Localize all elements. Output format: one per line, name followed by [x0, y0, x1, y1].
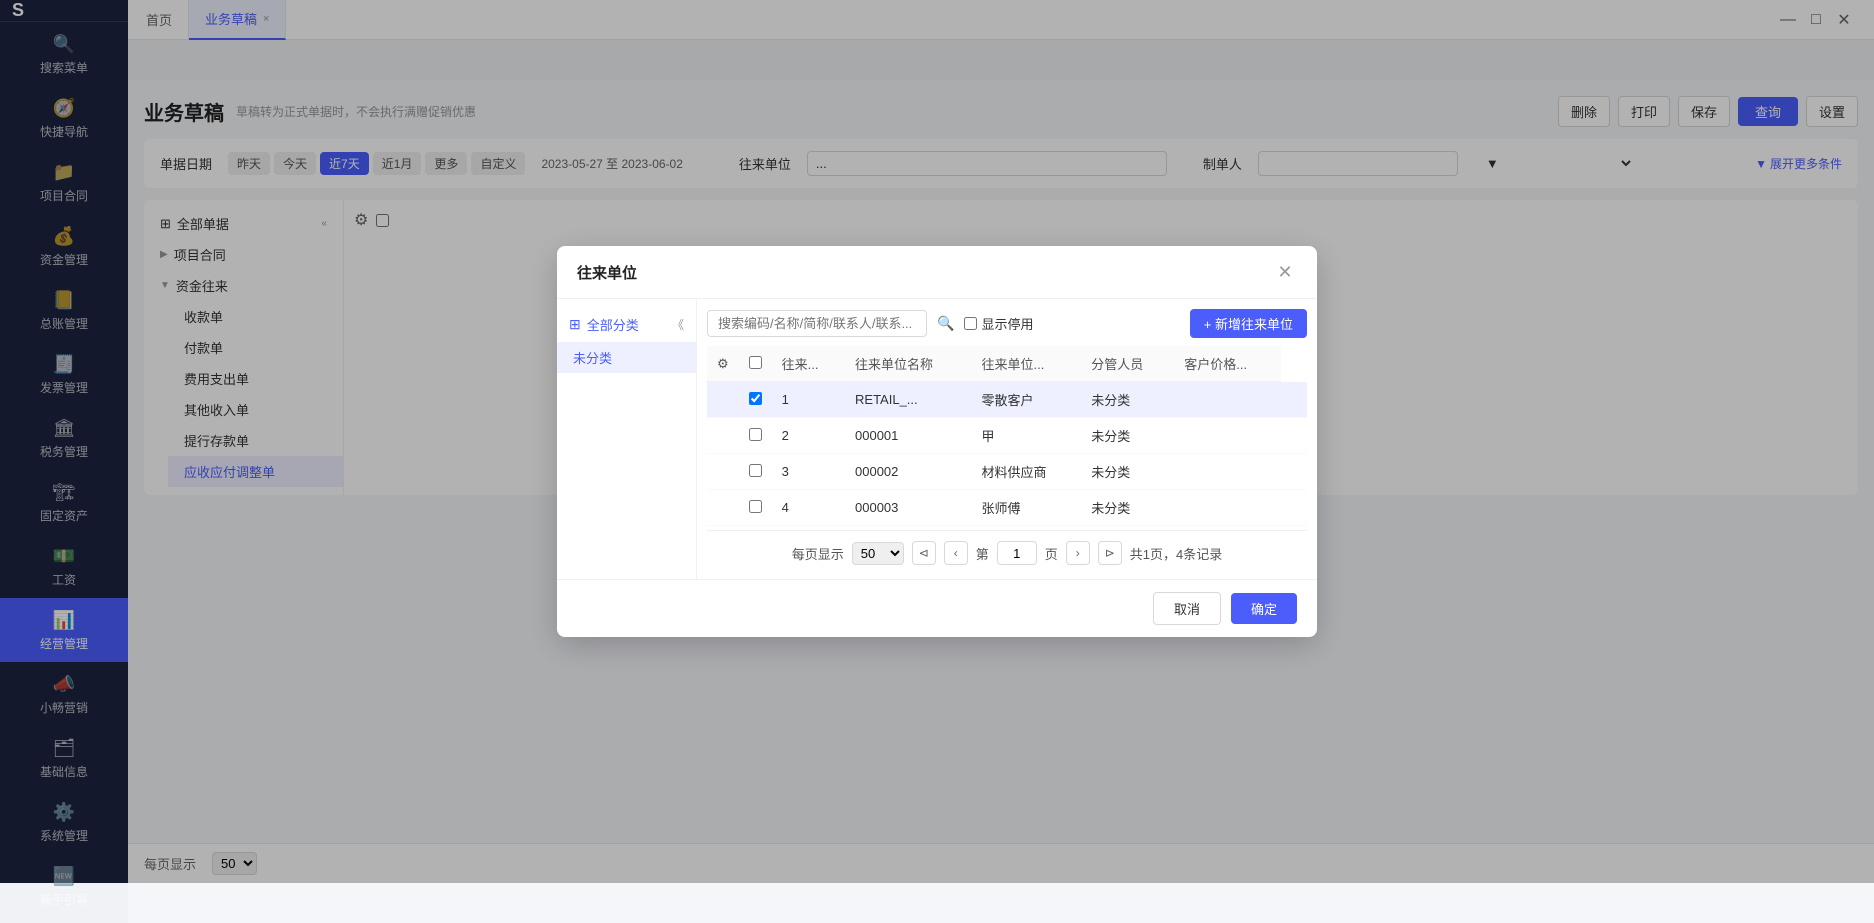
select-all-modal-checkbox[interactable] [749, 356, 762, 369]
total-info: 共1页，4条记录 [1130, 544, 1222, 563]
row-code: 000003 [845, 490, 972, 526]
settings-icon: ⚙ [717, 356, 729, 371]
modal-main: 🔍 显示停用 + 新增往来单位 ⚙ 往来... [697, 299, 1317, 579]
col-code-header: 往来... [772, 346, 845, 382]
col-settings-header[interactable]: ⚙ [707, 346, 739, 382]
row-cb[interactable] [739, 382, 772, 418]
row-manager [1174, 418, 1281, 454]
row-name: 甲 [972, 418, 1082, 454]
row-price [1281, 382, 1307, 418]
search-icon: 🔍 [937, 315, 954, 332]
row-checkbox[interactable] [749, 464, 762, 477]
modal-body: ⊞ 全部分类 《 未分类 🔍 显示停用 + 新增往来单位 [557, 299, 1317, 579]
row-category: 未分类 [1081, 418, 1174, 454]
row-num: 1 [772, 382, 845, 418]
row-price [1281, 418, 1307, 454]
modal-tree-all[interactable]: ⊞ 全部分类 《 [557, 307, 696, 342]
col-category-header: 往来单位... [972, 346, 1082, 382]
first-page-button[interactable]: ⊲ [912, 541, 936, 565]
row-checkbox[interactable] [749, 392, 762, 405]
row-code: 000001 [845, 418, 972, 454]
row-settings [707, 454, 739, 490]
row-num: 4 [772, 490, 845, 526]
row-price [1281, 490, 1307, 526]
row-manager [1174, 454, 1281, 490]
row-cb[interactable] [739, 418, 772, 454]
row-manager [1174, 382, 1281, 418]
row-name: 零散客户 [972, 382, 1082, 418]
modal-tree-all-label: 全部分类 [587, 315, 639, 334]
row-settings [707, 418, 739, 454]
modal-table-wrap: ⚙ 往来... 往来单位名称 往来单位... 分管人员 客户价格... [707, 346, 1307, 526]
row-checkbox[interactable] [749, 428, 762, 441]
row-checkbox[interactable] [749, 500, 762, 513]
cancel-button[interactable]: 取消 [1153, 592, 1221, 625]
partner-modal: 往来单位 ✕ ⊞ 全部分类 《 未分类 🔍 [557, 246, 1317, 637]
row-settings [707, 490, 739, 526]
modal-search-bar: 🔍 显示停用 + 新增往来单位 [707, 309, 1307, 338]
table-row[interactable]: 3 000002 材料供应商 未分类 [707, 454, 1307, 490]
row-cb[interactable] [739, 454, 772, 490]
row-category: 未分类 [1081, 454, 1174, 490]
modal-table: ⚙ 往来... 往来单位名称 往来单位... 分管人员 客户价格... [707, 346, 1307, 526]
modal-footer: 取消 确定 [557, 579, 1317, 637]
grid-icon: ⊞ [569, 316, 581, 333]
modal-overlay: 往来单位 ✕ ⊞ 全部分类 《 未分类 🔍 [0, 0, 1874, 883]
page-suffix: 页 [1045, 544, 1058, 563]
row-cb[interactable] [739, 490, 772, 526]
row-num: 2 [772, 418, 845, 454]
row-price [1281, 454, 1307, 490]
row-code: RETAIL_... [845, 382, 972, 418]
page-label: 第 [976, 544, 989, 563]
prev-page-button[interactable]: ‹ [944, 541, 968, 565]
last-page-button[interactable]: ⊳ [1098, 541, 1122, 565]
table-row[interactable]: 2 000001 甲 未分类 [707, 418, 1307, 454]
show-disabled-checkbox[interactable] [964, 317, 977, 330]
row-name: 张师傅 [972, 490, 1082, 526]
modal-search-input[interactable] [707, 310, 927, 337]
modal-collapse-icon[interactable]: 《 [672, 316, 684, 333]
row-manager [1174, 490, 1281, 526]
col-checkbox-header[interactable] [739, 346, 772, 382]
col-price-header: 客户价格... [1174, 346, 1281, 382]
row-code: 000002 [845, 454, 972, 490]
page-input[interactable] [997, 541, 1037, 565]
col-name-header: 往来单位名称 [845, 346, 972, 382]
modal-title: 往来单位 [577, 262, 637, 283]
table-row[interactable]: 4 000003 张师傅 未分类 [707, 490, 1307, 526]
modal-tree-uncategorized[interactable]: 未分类 [557, 342, 696, 373]
add-partner-button[interactable]: + 新增往来单位 [1190, 309, 1307, 338]
col-manager-header: 分管人员 [1081, 346, 1174, 382]
per-page-label: 每页显示 [792, 544, 844, 563]
per-page-select[interactable]: 50 100 200 [852, 542, 904, 565]
row-category: 未分类 [1081, 490, 1174, 526]
confirm-button[interactable]: 确定 [1231, 593, 1297, 624]
modal-header: 往来单位 ✕ [557, 246, 1317, 299]
table-row[interactable]: 1 RETAIL_... 零散客户 未分类 [707, 382, 1307, 418]
show-disabled-label[interactable]: 显示停用 [964, 314, 1033, 333]
row-category: 未分类 [1081, 382, 1174, 418]
modal-close-button[interactable]: ✕ [1273, 260, 1297, 284]
next-page-button[interactable]: › [1066, 541, 1090, 565]
row-name: 材料供应商 [972, 454, 1082, 490]
modal-sidebar: ⊞ 全部分类 《 未分类 [557, 299, 697, 579]
row-num: 3 [772, 454, 845, 490]
modal-pagination: 每页显示 50 100 200 ⊲ ‹ 第 页 › ⊳ 共1页，4条记录 [707, 530, 1307, 569]
row-settings [707, 382, 739, 418]
